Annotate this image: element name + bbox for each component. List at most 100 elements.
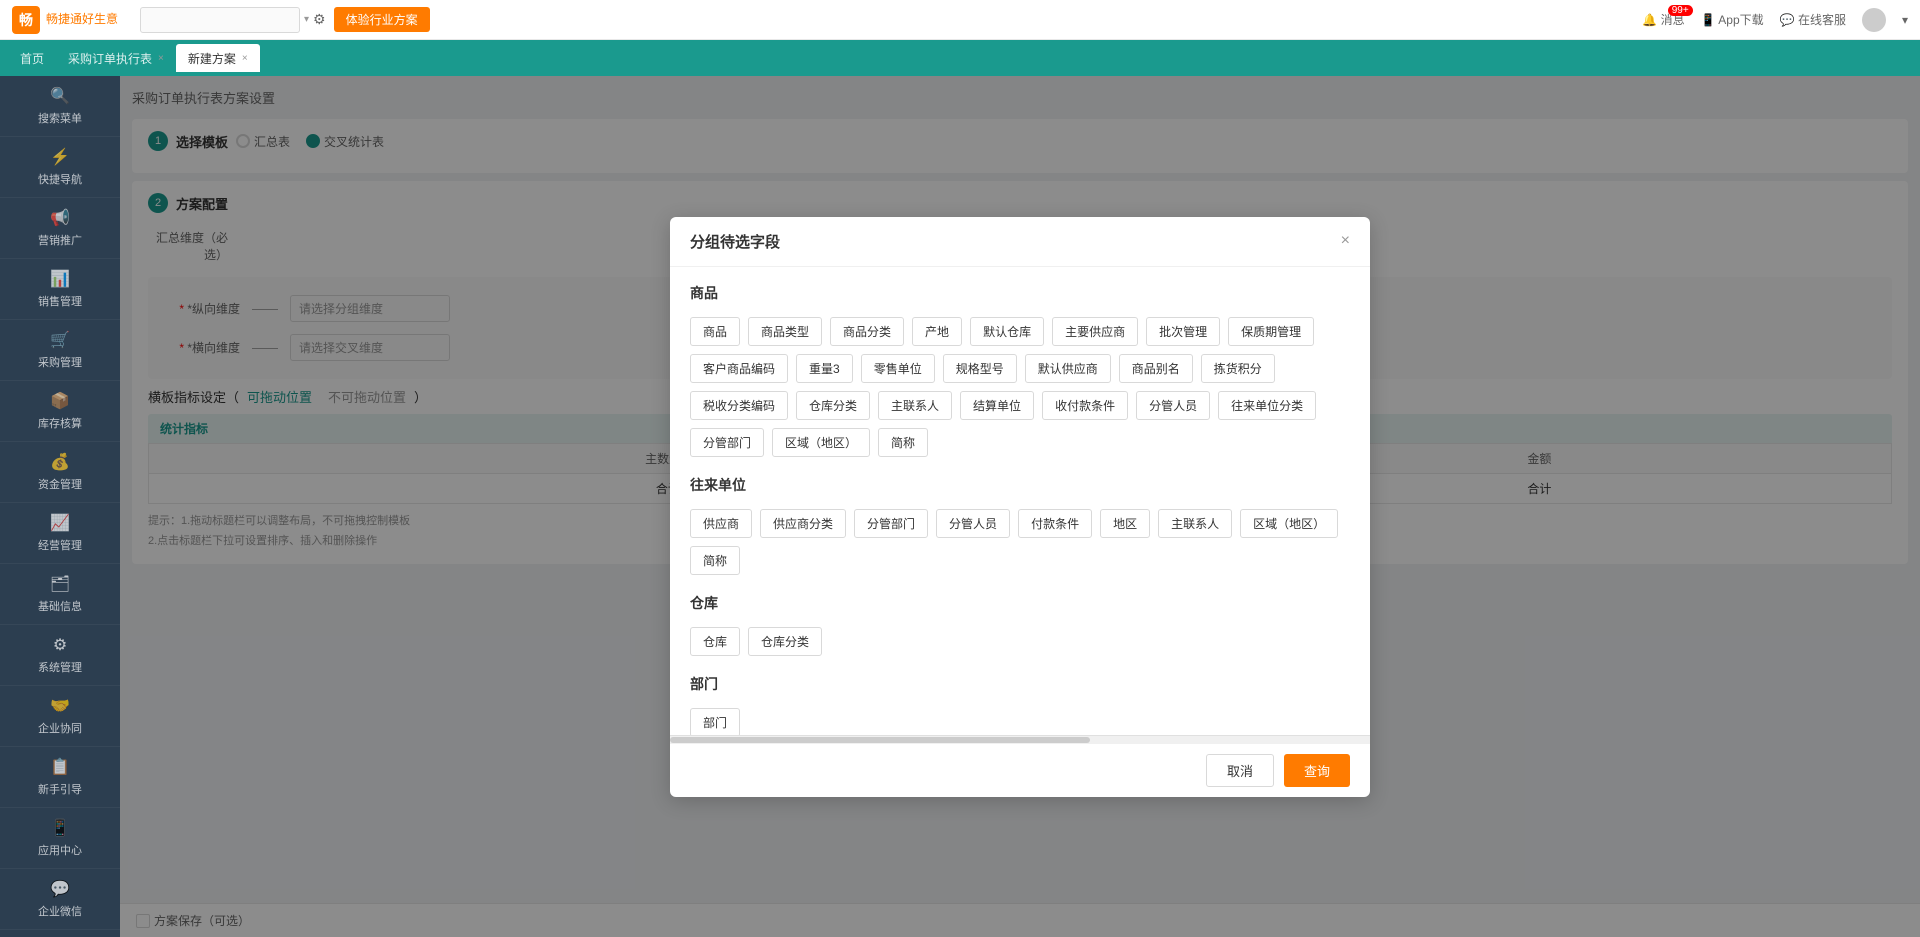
sidebar-item-operation[interactable]: 📈 经营管理 — [0, 503, 120, 564]
field-tag[interactable]: 零售单位 — [861, 354, 935, 383]
sidebar-item-guide[interactable]: 📋 新手引导 — [0, 747, 120, 808]
field-group-partner-title: 往来单位 — [690, 475, 1350, 499]
sidebar-item-quick[interactable]: ⚡ 快捷导航 — [0, 137, 120, 198]
sidebar-item-appcenter-label: 应用中心 — [38, 842, 82, 858]
wechat-icon: 💬 — [50, 879, 70, 899]
field-tag[interactable]: 拣货积分 — [1201, 354, 1275, 383]
field-tag[interactable]: 区域（地区） — [772, 428, 870, 457]
field-tag[interactable]: 客户商品编码 — [690, 354, 788, 383]
sidebar-item-base[interactable]: 🗂 基础信息 — [0, 564, 120, 625]
field-tag[interactable]: 简称 — [878, 428, 928, 457]
top-bar-search: ▾ ⚙ — [140, 7, 326, 33]
field-tag[interactable]: 主联系人 — [1158, 509, 1232, 538]
field-tag[interactable]: 区域（地区） — [1240, 509, 1338, 538]
field-group-product: 商品 商品商品类型商品分类产地默认仓库主要供应商批次管理保质期管理客户商品编码重… — [690, 283, 1350, 457]
sidebar-item-finance[interactable]: 💰 资金管理 — [0, 442, 120, 503]
tab-new-close[interactable]: × — [242, 53, 248, 64]
message-wrap[interactable]: 🔔 99+ 消息 — [1642, 11, 1684, 28]
gear-icon[interactable]: ⚙ — [313, 11, 326, 28]
sidebar-item-collab-label: 企业协同 — [38, 720, 82, 736]
field-tag[interactable]: 商品类型 — [748, 317, 822, 346]
field-group-department: 部门 部门 — [690, 674, 1350, 735]
search-arrow-icon: ▾ — [304, 14, 309, 25]
sidebar-item-guide-label: 新手引导 — [38, 781, 82, 797]
field-tag[interactable]: 商品别名 — [1119, 354, 1193, 383]
field-tag[interactable]: 默认仓库 — [970, 317, 1044, 346]
modal-scroll-bar[interactable] — [670, 735, 1370, 743]
finance-icon: 💰 — [50, 452, 70, 472]
trial-button[interactable]: 体验行业方案 — [334, 7, 430, 32]
field-tag[interactable]: 供应商分类 — [760, 509, 846, 538]
marketing-icon: 📢 — [50, 208, 70, 228]
content-area: 采购订单执行表方案设置 1 选择模板 汇总表 交叉统计表 — [120, 76, 1920, 937]
field-tag[interactable]: 仓库 — [690, 627, 740, 656]
sales-icon: 📊 — [50, 269, 70, 289]
confirm-button[interactable]: 查询 — [1284, 754, 1350, 787]
tab-new-label: 新建方案 — [188, 50, 236, 67]
app-label: App下载 — [1718, 13, 1763, 27]
field-tag[interactable]: 结算单位 — [960, 391, 1034, 420]
field-tag[interactable]: 分管人员 — [936, 509, 1010, 538]
field-group-warehouse-title: 仓库 — [690, 593, 1350, 617]
field-group-product-title: 商品 — [690, 283, 1350, 307]
field-tag[interactable]: 分管部门 — [854, 509, 928, 538]
sidebar-item-sales[interactable]: 📊 销售管理 — [0, 259, 120, 320]
sidebar-item-purchase[interactable]: 🛒 采购管理 — [0, 320, 120, 381]
field-tag[interactable]: 商品分类 — [830, 317, 904, 346]
field-tag[interactable]: 主联系人 — [878, 391, 952, 420]
sidebar-item-inventory[interactable]: 📦 库存核算 — [0, 381, 120, 442]
top-bar-right: 🔔 99+ 消息 📱 App下载 💬 在线客服 ▾ — [1642, 8, 1908, 32]
sidebar-item-appcenter[interactable]: 📱 应用中心 — [0, 808, 120, 869]
sidebar-item-wechat[interactable]: 💬 企业微信 — [0, 869, 120, 930]
system-icon: ⚙ — [53, 635, 67, 655]
field-tag[interactable]: 仓库分类 — [748, 627, 822, 656]
field-tag[interactable]: 简称 — [690, 546, 740, 575]
field-tag[interactable]: 部门 — [690, 708, 740, 735]
field-tag[interactable]: 规格型号 — [943, 354, 1017, 383]
tab-bar: 首页 采购订单执行表 × 新建方案 × — [0, 40, 1920, 76]
sidebar-item-purchase-label: 采购管理 — [38, 354, 82, 370]
collab-icon: 🤝 — [50, 696, 70, 716]
tab-purchase[interactable]: 采购订单执行表 × — [56, 44, 176, 72]
field-tag[interactable]: 地区 — [1100, 509, 1150, 538]
sidebar-item-wechat-label: 企业微信 — [38, 903, 82, 919]
sidebar-item-collab[interactable]: 🤝 企业协同 — [0, 686, 120, 747]
sidebar-item-system[interactable]: ⚙ 系统管理 — [0, 625, 120, 686]
field-tag[interactable]: 重量3 — [796, 354, 853, 383]
cancel-button[interactable]: 取消 — [1206, 754, 1274, 787]
field-group-partner: 往来单位 供应商供应商分类分管部门分管人员付款条件地区主联系人区域（地区） 简称 — [690, 475, 1350, 575]
field-tag[interactable]: 产地 — [912, 317, 962, 346]
base-icon: 🗂 — [50, 574, 70, 594]
message-badge: 99+ — [1668, 5, 1693, 16]
sidebar-item-search-label: 搜索菜单 — [38, 110, 82, 126]
quick-icon: ⚡ — [50, 147, 70, 167]
field-tag[interactable]: 付款条件 — [1018, 509, 1092, 538]
field-tag[interactable]: 税收分类编码 — [690, 391, 788, 420]
app-download[interactable]: 📱 App下载 — [1701, 11, 1764, 28]
field-tag[interactable]: 供应商 — [690, 509, 752, 538]
field-tag[interactable]: 商品 — [690, 317, 740, 346]
field-tag[interactable]: 仓库分类 — [796, 391, 870, 420]
tab-home[interactable]: 首页 — [8, 44, 56, 72]
tab-new[interactable]: 新建方案 × — [176, 44, 260, 72]
field-tag[interactable]: 批次管理 — [1146, 317, 1220, 346]
sidebar-item-marketing[interactable]: 📢 营销推广 — [0, 198, 120, 259]
sidebar-item-member[interactable]: 👤 畅会员 — [0, 930, 120, 937]
online-service[interactable]: 💬 在线客服 — [1780, 11, 1846, 28]
avatar[interactable] — [1862, 8, 1886, 32]
field-tag[interactable]: 分管人员 — [1136, 391, 1210, 420]
sidebar-item-inventory-label: 库存核算 — [38, 415, 82, 431]
modal-close-button[interactable]: × — [1341, 232, 1350, 250]
field-tag[interactable]: 保质期管理 — [1228, 317, 1314, 346]
search-input[interactable] — [140, 7, 300, 33]
field-tag[interactable]: 往来单位分类 — [1218, 391, 1316, 420]
product-tags: 商品商品类型商品分类产地默认仓库主要供应商批次管理保质期管理客户商品编码重量3 零… — [690, 317, 1350, 457]
tab-purchase-close[interactable]: × — [158, 53, 164, 64]
field-tag[interactable]: 收付款条件 — [1042, 391, 1128, 420]
sidebar-item-marketing-label: 营销推广 — [38, 232, 82, 248]
field-tag[interactable]: 分管部门 — [690, 428, 764, 457]
modal-footer: 取消 查询 — [670, 743, 1370, 797]
field-tag[interactable]: 主要供应商 — [1052, 317, 1138, 346]
sidebar-item-search[interactable]: 🔍 搜索菜单 — [0, 76, 120, 137]
field-tag[interactable]: 默认供应商 — [1025, 354, 1111, 383]
